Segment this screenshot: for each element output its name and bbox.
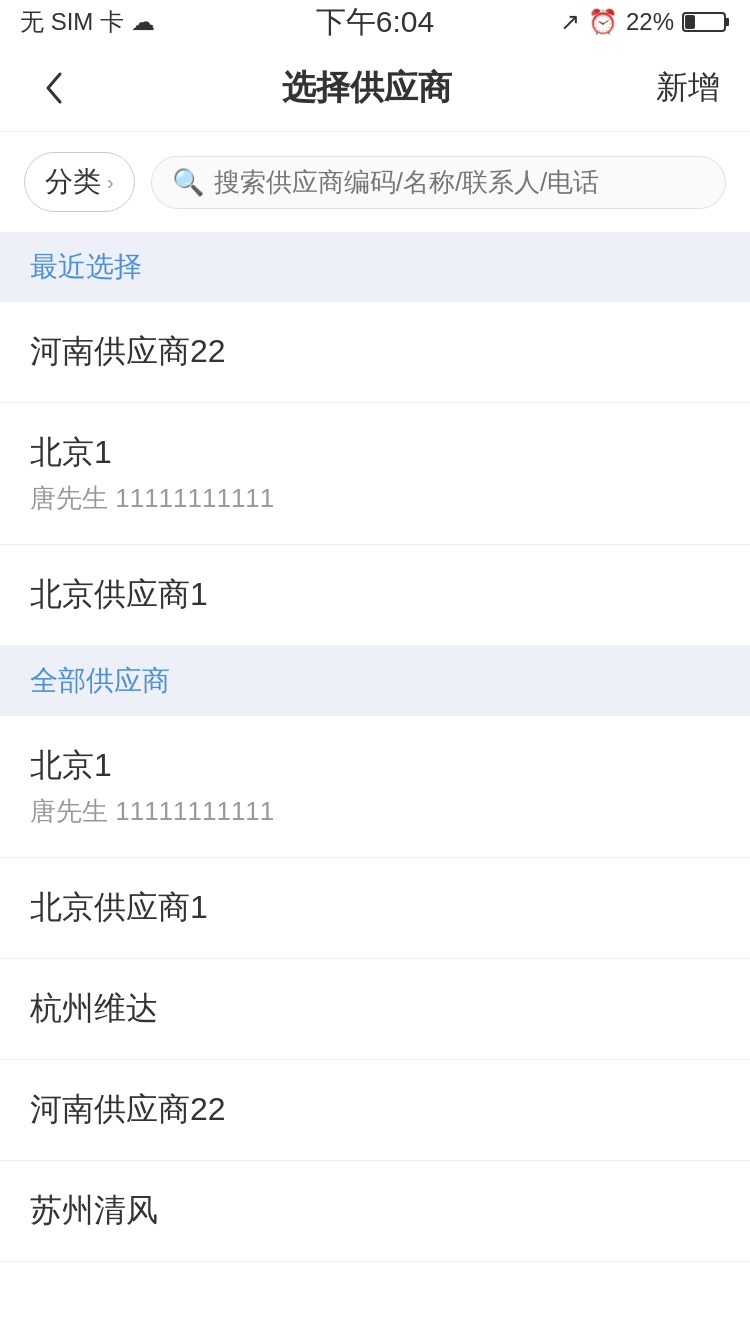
item-name: 北京1 (30, 744, 720, 788)
location-icon: ↗ (560, 8, 580, 36)
page-title: 选择供应商 (282, 65, 452, 111)
back-button[interactable] (30, 56, 78, 120)
status-left: 无 SIM 卡 ☁ (20, 6, 155, 38)
all-list-item[interactable]: 苏州清风 (0, 1161, 750, 1262)
search-input[interactable] (214, 167, 705, 198)
category-label: 分类 (45, 163, 101, 201)
item-name: 苏州清风 (30, 1189, 720, 1233)
no-sim-text: 无 SIM 卡 ☁ (20, 6, 155, 38)
recent-list-item[interactable]: 北京1 唐先生 11111111111 (0, 403, 750, 545)
item-name: 北京供应商1 (30, 886, 720, 930)
item-name: 北京供应商1 (30, 573, 720, 617)
all-list-item[interactable]: 河南供应商22 (0, 1060, 750, 1161)
recent-section-header: 最近选择 (0, 232, 750, 302)
status-right: ↗ ⏰ 22% (560, 8, 730, 36)
item-name: 北京1 (30, 431, 720, 475)
item-name: 河南供应商22 (30, 330, 720, 374)
all-list-item[interactable]: 北京1 唐先生 11111111111 (0, 716, 750, 858)
all-list-item[interactable]: 杭州维达 (0, 959, 750, 1060)
status-time: 下午6:04 (316, 2, 434, 43)
recent-section-label: 最近选择 (30, 251, 142, 282)
recent-list-item[interactable]: 北京供应商1 (0, 545, 750, 646)
nav-bar: 选择供应商 新增 (0, 44, 750, 132)
all-items-list: 北京1 唐先生 11111111111 北京供应商1 杭州维达河南供应商22 苏州清风 (0, 716, 750, 1262)
all-section-header: 全部供应商 (0, 646, 750, 716)
chevron-right-icon: › (107, 171, 114, 194)
search-box[interactable]: 🔍 (151, 156, 726, 209)
add-button[interactable]: 新增 (656, 66, 720, 110)
all-list-item[interactable]: 北京供应商1 (0, 858, 750, 959)
status-bar: 无 SIM 卡 ☁ 下午6:04 ↗ ⏰ 22% (0, 0, 750, 44)
search-icon: 🔍 (172, 167, 204, 198)
svg-rect-2 (685, 15, 695, 29)
search-area: 分类 › 🔍 (0, 132, 750, 232)
battery-icon (682, 10, 730, 34)
recent-items-list: 河南供应商22 北京1 唐先生 11111111111 北京供应商1 (0, 302, 750, 646)
alarm-icon: ⏰ (588, 8, 618, 36)
svg-rect-1 (725, 18, 729, 26)
category-button[interactable]: 分类 › (24, 152, 135, 212)
item-sub: 唐先生 11111111111 (30, 794, 720, 829)
item-sub: 唐先生 11111111111 (30, 481, 720, 516)
recent-list-item[interactable]: 河南供应商22 (0, 302, 750, 403)
item-name: 河南供应商22 (30, 1088, 720, 1132)
item-name: 杭州维达 (30, 987, 720, 1031)
all-section-label: 全部供应商 (30, 665, 170, 696)
battery-text: 22% (626, 8, 674, 36)
